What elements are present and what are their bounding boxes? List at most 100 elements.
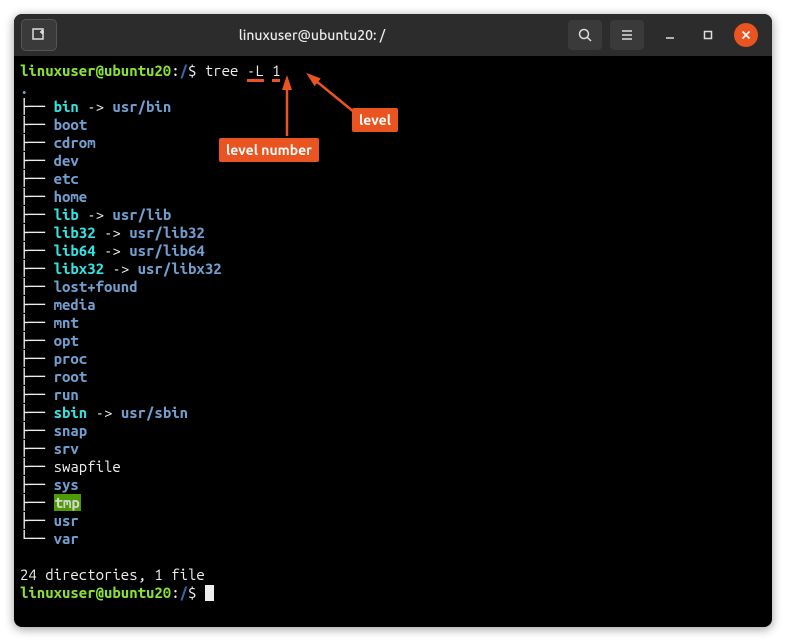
tree-branch-icon: └── — [20, 530, 54, 547]
tree-branch-icon: ├── — [20, 458, 54, 475]
arrow-text: -> — [96, 242, 130, 259]
tree-list: ├── bin -> usr/bin├── boot├── cdrom├── d… — [20, 98, 766, 548]
tree-link-target: usr/lib64 — [129, 242, 205, 259]
tree-branch-icon: ├── — [20, 422, 54, 439]
tree-item: ├── sbin -> usr/sbin — [20, 404, 766, 422]
tree-dir-name: cdrom — [54, 134, 96, 151]
prompt-user: linuxuser@ubuntu20 — [20, 62, 171, 79]
tree-item: ├── tmp — [20, 494, 766, 512]
new-tab-button[interactable] — [22, 20, 56, 50]
tree-branch-icon: ├── — [20, 170, 54, 187]
tree-link-name: sbin — [54, 404, 88, 421]
tree-link-name: bin — [54, 98, 79, 115]
cmd-space — [264, 62, 272, 79]
tree-link-target: usr/sbin — [121, 404, 188, 421]
arrow-text: -> — [79, 98, 113, 115]
tree-link-name: lib — [54, 206, 79, 223]
menu-button[interactable] — [610, 20, 644, 50]
tree-item: ├── lib -> usr/lib — [20, 206, 766, 224]
tree-branch-icon: ├── — [20, 404, 54, 421]
arrow-text: -> — [87, 404, 121, 421]
tree-link-name: libx32 — [54, 260, 104, 277]
tree-branch-icon: ├── — [20, 278, 54, 295]
tree-item: ├── run — [20, 386, 766, 404]
tree-branch-icon: ├── — [20, 242, 54, 259]
prompt-sep-2: : — [171, 584, 179, 601]
tree-branch-icon: ├── — [20, 188, 54, 205]
prompt-symbol: $ — [188, 62, 205, 79]
maximize-icon — [703, 30, 713, 40]
tree-link-target: usr/bin — [112, 98, 171, 115]
tree-item: ├── lib64 -> usr/lib64 — [20, 242, 766, 260]
arrow-text: -> — [96, 224, 130, 241]
tree-item: ├── lost+found — [20, 278, 766, 296]
tree-root-dot: . — [20, 80, 28, 97]
close-button[interactable] — [734, 23, 758, 47]
terminal-body[interactable]: linuxuser@ubuntu20:/$ tree -L 1 . ├── bi… — [14, 56, 772, 608]
tree-item: ├── media — [20, 296, 766, 314]
tree-link-target: usr/lib32 — [129, 224, 205, 241]
prompt-symbol-2: $ — [188, 584, 205, 601]
tree-branch-icon: ├── — [20, 98, 54, 115]
tree-root: . — [20, 80, 766, 98]
cmd-flag: -L — [247, 62, 264, 82]
tree-branch-icon: ├── — [20, 296, 54, 313]
tree-dir-name: proc — [54, 350, 88, 367]
prompt-path: / — [180, 62, 188, 79]
tree-branch-icon: ├── — [20, 476, 54, 493]
tree-branch-icon: ├── — [20, 494, 54, 511]
search-button[interactable] — [568, 20, 602, 50]
cmd-arg: 1 — [272, 62, 280, 82]
minimize-button[interactable] — [658, 23, 682, 47]
window-title: linuxuser@ubuntu20: / — [64, 27, 560, 43]
tree-item: ├── sys — [20, 476, 766, 494]
blank-line — [20, 548, 766, 566]
tree-link-name: lib64 — [54, 242, 96, 259]
tree-branch-icon: ├── — [20, 332, 54, 349]
tree-branch-icon: ├── — [20, 440, 54, 457]
tree-item: ├── dev — [20, 152, 766, 170]
prompt-line-2: linuxuser@ubuntu20:/$ — [20, 584, 766, 602]
new-tab-icon — [31, 27, 47, 43]
tree-dir-name: boot — [54, 116, 88, 133]
tree-link-target: usr/lib — [112, 206, 171, 223]
tree-item: ├── root — [20, 368, 766, 386]
tree-branch-icon: ├── — [20, 260, 54, 277]
tree-item: ├── libx32 -> usr/libx32 — [20, 260, 766, 278]
tree-dir-name: usr — [54, 512, 79, 529]
tree-dir-name: mnt — [54, 314, 79, 331]
tree-item: ├── cdrom — [20, 134, 766, 152]
tree-branch-icon: ├── — [20, 350, 54, 367]
tree-item: ├── lib32 -> usr/lib32 — [20, 224, 766, 242]
tree-dir-name: var — [54, 530, 79, 547]
tree-dir-name: run — [54, 386, 79, 403]
tree-branch-icon: ├── — [20, 152, 54, 169]
tree-item: ├── proc — [20, 350, 766, 368]
tree-branch-icon: ├── — [20, 314, 54, 331]
tree-link-name: lib32 — [54, 224, 96, 241]
tree-dir-name: etc — [54, 170, 79, 187]
tree-file-name: swapfile — [54, 458, 121, 475]
titlebar: linuxuser@ubuntu20: / — [14, 14, 772, 56]
tree-link-target: usr/libx32 — [138, 260, 222, 277]
tree-branch-icon: ├── — [20, 206, 54, 223]
summary-line: 24 directories, 1 file — [20, 566, 766, 584]
prompt-line-1: linuxuser@ubuntu20:/$ tree -L 1 — [20, 62, 766, 80]
cmd-prefix: tree — [205, 62, 247, 79]
cursor — [205, 585, 214, 601]
tree-item: ├── bin -> usr/bin — [20, 98, 766, 116]
tree-item: ├── etc — [20, 170, 766, 188]
tree-branch-icon: ├── — [20, 116, 54, 133]
tree-item: ├── opt — [20, 332, 766, 350]
window-controls — [652, 23, 764, 47]
maximize-button[interactable] — [696, 23, 720, 47]
tree-item: ├── mnt — [20, 314, 766, 332]
tree-branch-icon: ├── — [20, 224, 54, 241]
tree-item: ├── swapfile — [20, 458, 766, 476]
tree-branch-icon: ├── — [20, 368, 54, 385]
prompt-user-2: linuxuser@ubuntu20 — [20, 584, 171, 601]
tree-tmp-name: tmp — [54, 494, 81, 511]
tree-item: └── var — [20, 530, 766, 548]
arrow-text: -> — [104, 260, 138, 277]
tree-dir-name: media — [54, 296, 96, 313]
